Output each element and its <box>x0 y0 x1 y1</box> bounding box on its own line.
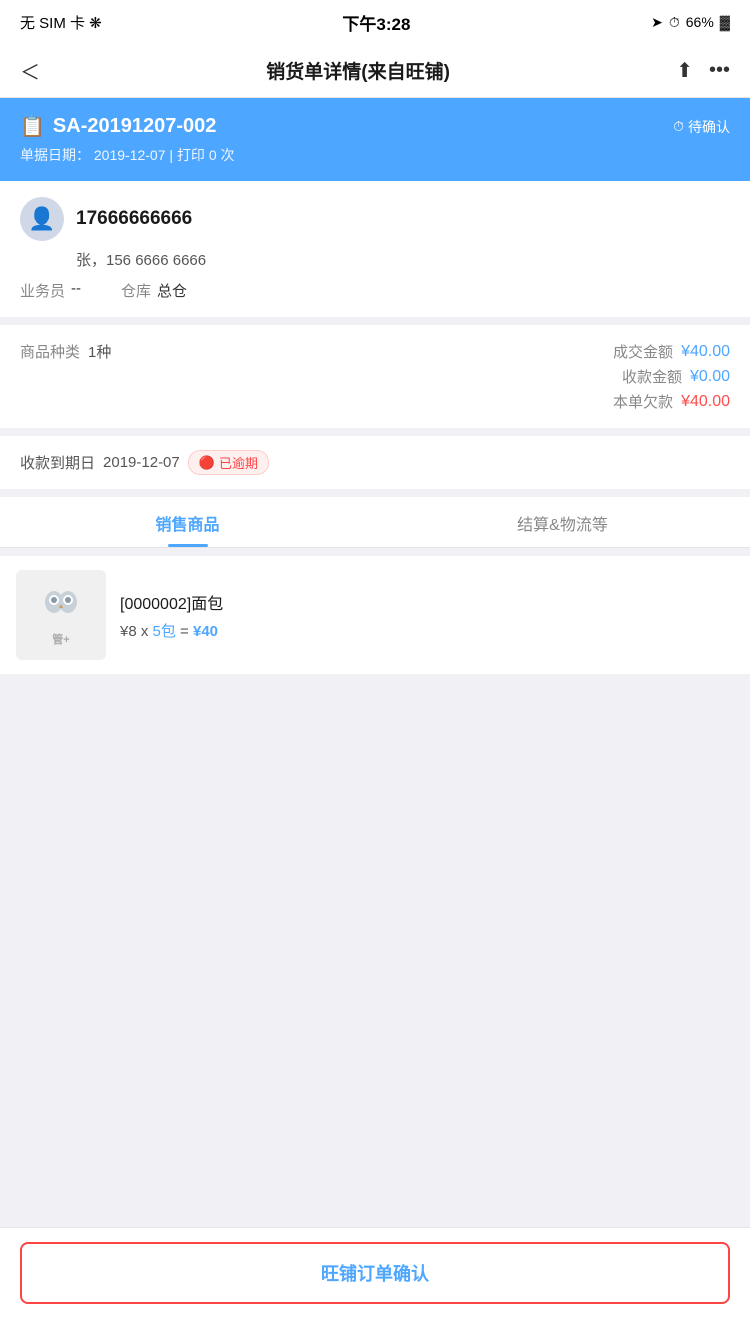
product-qty: 5包 <box>153 623 176 640</box>
product-total: ¥40 <box>193 623 218 640</box>
multiply-sign: x <box>141 623 149 640</box>
avatar: 👤 <box>20 197 64 241</box>
page-title: 销货单详情(来自旺铺) <box>266 57 450 84</box>
received-label: 收款金额 <box>622 366 682 387</box>
status-clock-icon: ⏱ <box>673 118 684 135</box>
order-info-section: 商品种类 1种 成交金额 ¥40.00 收款金额 ¥0.00 本单欠款 ¥40.… <box>0 325 750 428</box>
status-bar: 无 SIM 卡 ❋ 下午3:28 ➤ ⏱ 66% ▓ <box>0 0 750 44</box>
order-date: 单据日期： 2019-12-07 | 打印 0 次 <box>20 145 730 165</box>
order-icon: 📋 <box>20 114 45 139</box>
location-icon: ➤ <box>651 14 663 31</box>
balance-value: ¥40.00 <box>681 393 730 411</box>
share-icon[interactable]: ⬆ <box>676 58 693 83</box>
product-info: [0000002]面包 ¥8 x 5包 = ¥40 <box>120 590 734 641</box>
tabs-section: 销售商品 结算&物流等 <box>0 497 750 548</box>
customer-phone: 17666666666 <box>76 208 192 230</box>
customer-section: 👤 17666666666 张，156 6666 6666 业务员 -- 仓库 … <box>0 181 750 317</box>
product-item: 管+ [0000002]面包 ¥8 x 5包 = ¥40 <box>16 570 734 660</box>
product-price-row: ¥8 x 5包 = ¥40 <box>120 620 734 641</box>
product-title: 面包 <box>191 596 223 613</box>
amount-value: ¥40.00 <box>681 343 730 361</box>
content-spacer <box>0 682 750 802</box>
sales-value: -- <box>71 280 81 301</box>
product-type-value: 1种 <box>88 341 111 362</box>
status-time: 下午3:28 <box>342 10 410 35</box>
due-label: 收款到期日 <box>20 452 95 473</box>
warehouse-label: 仓库 <box>121 280 151 301</box>
due-date-section: 收款到期日 2019-12-07 🔴 已逾期 <box>0 436 750 489</box>
status-right: ➤ ⏱ 66% ▓ <box>651 14 730 31</box>
product-code: [0000002] <box>120 596 191 613</box>
avatar-icon: 👤 <box>28 206 55 232</box>
product-name: [0000002]面包 <box>120 590 734 614</box>
bottom-button-area: 旺铺订单确认 <box>0 1227 750 1334</box>
amount-label: 成交金额 <box>613 341 673 362</box>
equals-sign: = <box>180 623 189 640</box>
nav-bar: ＜ 销货单详情(来自旺铺) ⬆ ••• <box>0 44 750 98</box>
order-header: 📋 SA-20191207-002 ⏱ 待确认 单据日期： 2019-12-07… <box>0 98 750 181</box>
product-list: 管+ [0000002]面包 ¥8 x 5包 = ¥40 <box>0 556 750 674</box>
back-button[interactable]: ＜ <box>20 56 40 85</box>
product-image: 管+ <box>16 570 106 660</box>
battery-icon: ▓ <box>720 14 730 30</box>
received-value: ¥0.00 <box>690 368 730 386</box>
balance-label: 本单欠款 <box>613 391 673 412</box>
overdue-icon: 🔴 <box>199 455 215 471</box>
status-left: 无 SIM 卡 ❋ <box>20 12 102 33</box>
warehouse-value: 总仓 <box>157 280 187 301</box>
product-type-label: 商品种类 <box>20 341 80 362</box>
order-id: 📋 SA-20191207-002 <box>20 114 216 139</box>
customer-meta: 业务员 -- 仓库 总仓 <box>20 280 730 301</box>
due-date: 2019-12-07 <box>103 454 180 471</box>
order-status: ⏱ 待确认 <box>673 117 730 137</box>
brand-owl-icon <box>41 584 81 627</box>
clock-icon: ⏱ <box>669 14 680 31</box>
tabs-row: 销售商品 结算&物流等 <box>0 497 750 548</box>
tab-settlement[interactable]: 结算&物流等 <box>375 497 750 547</box>
confirm-order-button[interactable]: 旺铺订单确认 <box>20 1242 730 1304</box>
overdue-badge: 🔴 已逾期 <box>188 450 269 475</box>
sim-status: 无 SIM 卡 ❋ <box>20 12 102 33</box>
brand-text: 管+ <box>52 631 69 647</box>
sales-label: 业务员 <box>20 280 65 301</box>
tab-sales[interactable]: 销售商品 <box>0 497 375 547</box>
battery-level: 66% <box>686 14 714 30</box>
product-price: ¥8 <box>120 623 137 640</box>
customer-name: 张，156 6666 6666 <box>20 249 730 270</box>
overdue-text: 已逾期 <box>219 453 258 472</box>
more-icon[interactable]: ••• <box>709 59 730 82</box>
